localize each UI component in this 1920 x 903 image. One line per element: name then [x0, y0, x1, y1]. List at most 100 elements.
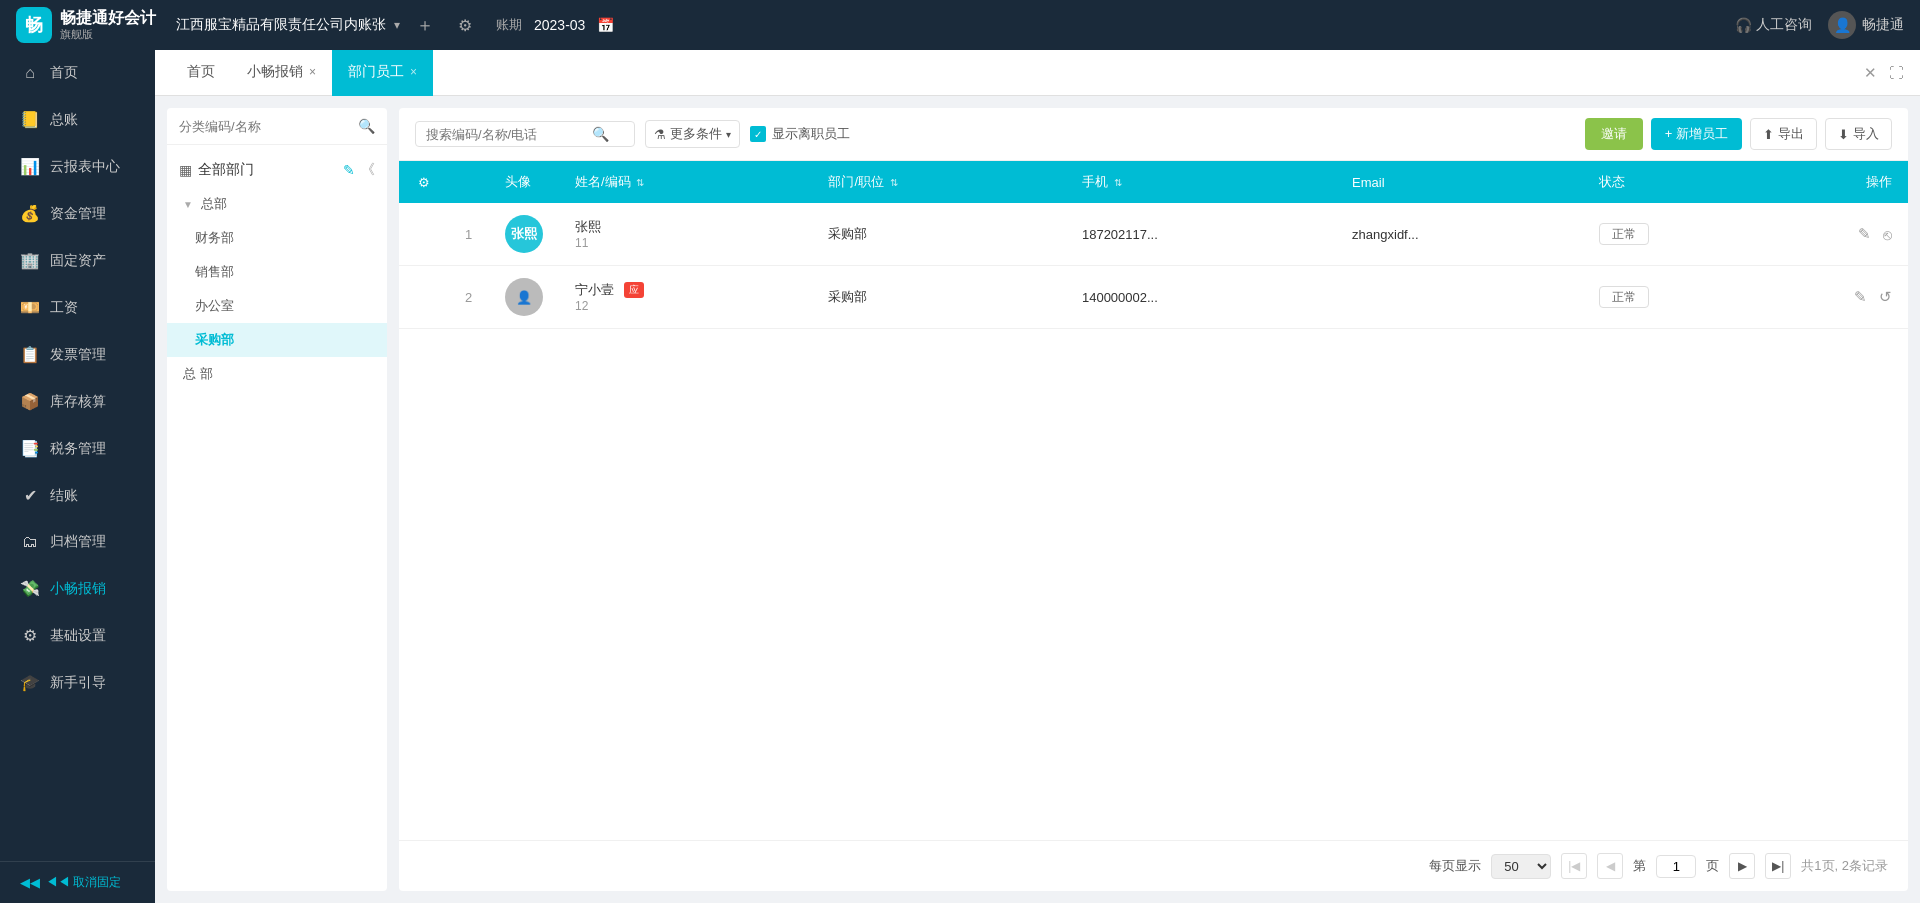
col-name-code[interactable]: 姓名/编码 ⇅ [559, 161, 812, 203]
employee-search-input[interactable] [426, 127, 586, 142]
period-value: 2023-03 [534, 17, 585, 33]
company-dropdown-icon[interactable]: ▾ [394, 18, 400, 32]
dept-office-label: 办公室 [195, 297, 234, 315]
all-depts-header[interactable]: ▦ 全部部门 ✎ 《 [167, 153, 387, 187]
dept-item-office[interactable]: 办公室 [167, 289, 387, 323]
sidebar-item-settle[interactable]: ✔ 结账 [0, 472, 155, 519]
filter-label: 更多条件 [670, 125, 722, 143]
next-page-button[interactable]: ▶ [1729, 853, 1755, 879]
dept-item-headquarters-label[interactable]: ▼ 总部 [167, 187, 387, 221]
collapse-icon[interactable]: 《 [361, 161, 375, 179]
tab-dept-close-icon[interactable]: × [410, 65, 417, 79]
sidebar-item-label: 资金管理 [50, 205, 106, 223]
sidebar-item-guide[interactable]: 🎓 新手引导 [0, 659, 155, 706]
sidebar-item-settings[interactable]: ⚙ 基础设置 [0, 612, 155, 659]
all-depts-label: 全部部门 [198, 161, 254, 179]
row1-actions-cell: ✎ ⎋ [1788, 203, 1908, 266]
first-page-button[interactable]: |◀ [1561, 853, 1587, 879]
last-page-button[interactable]: ▶| [1765, 853, 1791, 879]
unpin-sidebar-button[interactable]: ◀◀ ◀◀ 取消固定 [0, 861, 155, 903]
col-phone[interactable]: 手机 ⇅ [1066, 161, 1336, 203]
sidebar-item-label: 总账 [50, 111, 78, 129]
settle-icon: ✔ [20, 486, 40, 505]
topbar: 畅 畅捷通好会计 旗舰版 江西服宝精品有限责任公司内账张 ▾ ＋ ⚙ 账期 20… [0, 0, 1920, 50]
pagination: 每页显示 50 10 20 100 |◀ ◀ 第 页 ▶ ▶| 共1页, 2条记… [399, 840, 1908, 891]
row2-name: 宁小壹 应 [575, 281, 796, 299]
guide-icon: 🎓 [20, 673, 40, 692]
col-settings[interactable]: ⚙ [399, 161, 449, 203]
sidebar-item-cloud-reports[interactable]: 📊 云报表中心 [0, 143, 155, 190]
page-label: 页 [1706, 857, 1719, 875]
dept-list: ▦ 全部部门 ✎ 《 ▼ 总部 财务部 [167, 145, 387, 891]
col-actions: 操作 [1788, 161, 1908, 203]
dept-item-general-hq[interactable]: 总 部 [167, 357, 387, 391]
row1-status-cell: 正常 [1583, 203, 1788, 266]
tax-icon: 📑 [20, 439, 40, 458]
tab-home[interactable]: 首页 [171, 50, 231, 96]
avatar: 👤 [505, 278, 543, 316]
employee-search-icon[interactable]: 🔍 [592, 126, 609, 142]
page-num-prefix: 第 [1633, 857, 1646, 875]
sidebar-item-capital[interactable]: 💰 资金管理 [0, 190, 155, 237]
row1-email: zhangxidf... [1336, 203, 1583, 266]
add-company-icon[interactable]: ＋ [416, 13, 434, 37]
dept-item-finance[interactable]: 财务部 [167, 221, 387, 255]
per-page-label: 每页显示 [1429, 857, 1481, 875]
add-employee-button[interactable]: + 新增员工 [1651, 118, 1742, 150]
sort-dept-icon: ⇅ [890, 177, 898, 188]
edit-employee-icon[interactable]: ✎ [1854, 288, 1867, 306]
prev-page-button[interactable]: ◀ [1597, 853, 1623, 879]
filter-icon: ⚗ [654, 127, 666, 142]
tab-expense-report[interactable]: 小畅报销 × [231, 50, 332, 96]
table-settings-icon[interactable]: ⚙ [418, 175, 430, 190]
edit-employee-icon[interactable]: ✎ [1858, 225, 1871, 243]
col-num [449, 161, 489, 203]
sidebar-item-archive[interactable]: 🗂 归档管理 [0, 519, 155, 565]
row2-dept: 采购部 [812, 266, 1065, 329]
row2-avatar-cell: 👤 [489, 266, 559, 329]
col-dept[interactable]: 部门/职位 ⇅ [812, 161, 1065, 203]
tab-expand-icon[interactable]: ⛶ [1889, 64, 1904, 82]
settings-icon[interactable]: ⚙ [458, 16, 472, 35]
sidebar-item-label: 新手引导 [50, 674, 106, 692]
tab-dept-employee[interactable]: 部门员工 × [332, 50, 433, 96]
tab-actions: ✕ ⛶ [1864, 64, 1904, 82]
sidebar-item-ledger[interactable]: 📒 总账 [0, 96, 155, 143]
row1-name: 张熙 [575, 218, 796, 236]
sidebar-item-invoice[interactable]: 📋 发票管理 [0, 331, 155, 378]
sidebar-item-payroll[interactable]: 💴 工资 [0, 284, 155, 331]
row1-dept: 采购部 [812, 203, 1065, 266]
sidebar-item-fixed-assets[interactable]: 🏢 固定资产 [0, 237, 155, 284]
table-row: 1 张熙 张熙 11 [399, 203, 1908, 266]
row1-num: 1 [449, 203, 489, 266]
sidebar-item-expense[interactable]: 💸 小畅报销 [0, 565, 155, 612]
tab-expense-close-icon[interactable]: × [309, 65, 316, 79]
ledger-icon: 📒 [20, 110, 40, 129]
sidebar-item-label: 工资 [50, 299, 78, 317]
invite-button[interactable]: 邀请 [1585, 118, 1643, 150]
refresh-employee-icon[interactable]: ↺ [1879, 288, 1892, 306]
show-resigned-toggle[interactable]: ✓ 显示离职员工 [750, 125, 850, 143]
sidebar-item-inventory[interactable]: 📦 库存核算 [0, 378, 155, 425]
dept-purchase-label: 采购部 [195, 331, 234, 349]
dept-item-sales[interactable]: 销售部 [167, 255, 387, 289]
show-resigned-checkbox[interactable]: ✓ [750, 126, 766, 142]
logout-employee-icon[interactable]: ⎋ [1883, 226, 1892, 243]
user-menu[interactable]: 👤 畅捷通 [1828, 11, 1904, 39]
import-button[interactable]: ⬇ 导入 [1825, 118, 1892, 150]
dept-search-icon[interactable]: 🔍 [358, 118, 375, 134]
per-page-select[interactable]: 50 10 20 100 [1491, 854, 1551, 879]
dept-search-input[interactable] [179, 119, 352, 134]
dept-item-purchase[interactable]: 采购部 [167, 323, 387, 357]
export-button[interactable]: ⬆ 导出 [1750, 118, 1817, 150]
support-button[interactable]: 🎧 人工咨询 [1735, 16, 1812, 34]
tab-close-all-icon[interactable]: ✕ [1864, 64, 1877, 82]
page-number-input[interactable] [1656, 855, 1696, 878]
sidebar-item-label: 归档管理 [50, 533, 106, 551]
filter-button[interactable]: ⚗ 更多条件 ▾ [645, 120, 740, 148]
sidebar-item-tax[interactable]: 📑 税务管理 [0, 425, 155, 472]
avatar: 张熙 [505, 215, 543, 253]
calendar-icon[interactable]: 📅 [597, 17, 614, 33]
edit-dept-icon[interactable]: ✎ [343, 162, 355, 178]
sidebar-item-home[interactable]: ⌂ 首页 [0, 50, 155, 96]
